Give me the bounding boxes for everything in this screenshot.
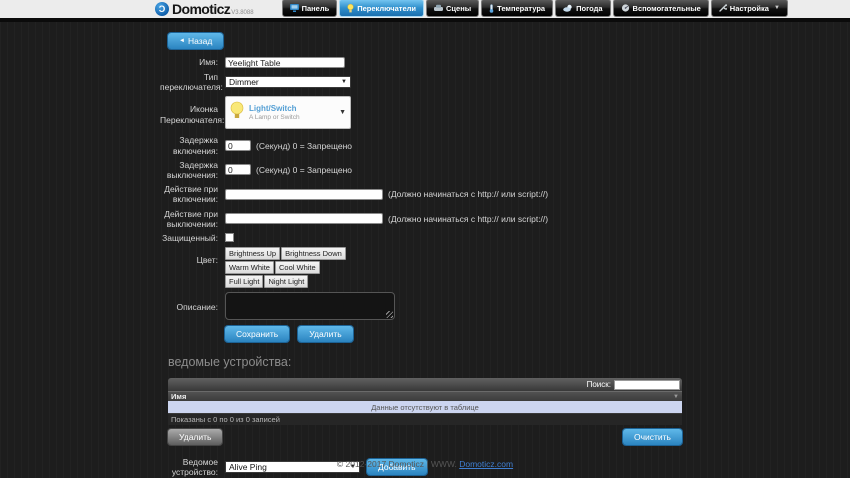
cool-white-button[interactable]: Cool White [274,261,320,275]
tab-label: Сцены [446,3,472,13]
back-button[interactable]: ◄ Назад [168,33,224,49]
top-navigation-bar: Ɔ Domoticz V3.8088 Панель Переключатели … [0,0,850,22]
clear-button[interactable]: Очистить [622,429,682,446]
description-label: Описание: [176,302,218,313]
color-row: Цвет: Brightness Up Brightness Down Warm… [160,247,850,289]
off-delay-row: Задержка выключения: (Секунд) 0 = Запрещ… [160,160,850,180]
icon-picker-text: Light/Switch A Lamp or Switch [249,104,339,121]
version-label: V3.8088 [231,9,254,16]
off-delay-label: Задержка выключения: [166,159,218,180]
full-light-button[interactable]: Full Light [225,275,264,289]
switch-type-row: Тип переключателя: Dimmer ▼ [160,72,850,92]
protected-row: Защищенный: [160,233,850,243]
tab-weather[interactable]: Погода [555,0,611,17]
nav-tabs: Панель Переключатели Сцены Температура П… [281,0,788,17]
weather-icon [563,4,573,12]
delete-button[interactable]: Удалить [298,326,353,343]
table-empty-row: Данные отсутствуют в таблице [168,401,682,414]
night-light-button[interactable]: Night Light [264,275,309,289]
thermometer-icon [489,3,494,13]
switch-icon-label: Иконка Переключателя: [160,104,225,125]
select-arrow-icon: ▼ [341,79,347,86]
brightness-down-button[interactable]: Brightness Down [281,247,346,261]
lightbulb-icon [230,101,244,125]
tab-label: Панель [301,3,330,13]
on-delay-row: Задержка включения: (Секунд) 0 = Запреще… [160,135,850,155]
table-actions: Удалить Очистить [168,429,682,446]
protected-checkbox[interactable] [225,233,234,243]
icon-picker-title: Light/Switch [249,104,297,114]
tab-label: Переключатели [357,3,416,13]
domoticz-link[interactable]: Domoticz.com [459,459,513,469]
name-row: Имя: [160,57,850,68]
wrench-icon [719,4,727,12]
tab-utility[interactable]: Вспомогательные [612,0,709,17]
tab-switches[interactable]: Переключатели [339,0,424,17]
tab-label: Вспомогательные [632,3,701,13]
device-edit-form: Имя: Тип переключателя: Dimmer ▼ Иконка … [160,57,850,343]
on-action-hint: (Должно начинаться с http:// или script:… [388,189,549,200]
table-toolbar: Поиск: [168,378,682,392]
switch-icon-row: Иконка Переключателя: Light/Switch A Lam… [160,96,850,130]
back-button-label: Назад [187,36,213,46]
on-delay-label: Задержка включения: [172,135,218,156]
slave-devices-title: ведомые устройства: [168,355,292,370]
slave-delete-button[interactable]: Удалить [168,429,223,446]
back-arrow-icon: ◄ [179,38,185,44]
bulb-icon [347,3,354,13]
warm-white-button[interactable]: Warm White [225,261,274,275]
copyright-text: © 2012-2017 Domoticz | WWW. [336,459,457,469]
sort-icon: ▼ [673,393,679,400]
search-label: Поиск: [586,380,611,390]
tab-setup[interactable]: Настройка ▼ [710,0,788,17]
column-header-name[interactable]: Имя ▼ [168,391,682,402]
tab-dashboard[interactable]: Панель [281,0,338,17]
on-action-input[interactable] [225,188,383,200]
domoticz-logo[interactable]: Ɔ Domoticz V3.8088 [155,1,254,17]
description-row: Описание: [160,292,850,321]
on-delay-input[interactable] [225,140,251,152]
switch-type-label: Тип переключателя: [160,72,223,93]
column-header-label: Имя [171,392,187,402]
protected-label: Защищенный: [162,232,218,243]
tab-label: Настройка [729,3,769,13]
scenes-icon [434,4,443,12]
name-input[interactable] [225,57,345,68]
off-delay-hint: (Секунд) 0 = Запрещено [256,164,352,175]
icon-picker-subtitle: A Lamp or Switch [249,114,300,122]
tab-scenes[interactable]: Сцены [426,0,480,17]
tab-temperature[interactable]: Температура [481,0,554,17]
form-actions: Сохранить Удалить [225,326,850,343]
icon-picker-arrow-icon: ▼ [339,109,346,117]
save-button[interactable]: Сохранить [225,326,290,343]
off-action-input[interactable] [225,213,383,225]
brightness-up-button[interactable]: Brightness Up [225,247,281,261]
page-footer: © 2012-2017 Domoticz | WWW. Domoticz.com [0,459,850,469]
dashboard-icon [289,4,299,12]
color-label: Цвет: [196,255,218,266]
search-input[interactable] [614,379,680,390]
switch-icon-picker[interactable]: Light/Switch A Lamp or Switch ▼ [225,96,351,130]
tab-label: Погода [576,3,603,13]
switch-type-value: Dimmer [229,77,259,88]
off-action-label: Действие при выключении: [164,208,218,229]
utility-icon [621,4,630,12]
table-info-text: Показаны с 0 по 0 из 0 записей [168,413,682,426]
chevron-down-icon: ▼ [773,5,780,11]
brand-name: Domoticz [172,1,231,17]
description-textarea[interactable] [225,292,395,321]
on-delay-hint: (Секунд) 0 = Запрещено [256,140,352,151]
name-label: Имя: [199,57,218,68]
switch-type-select[interactable]: Dimmer ▼ [225,76,351,89]
main-content: ◄ Назад Имя: Тип переключателя: Dimmer ▼… [0,22,850,477]
on-action-row: Действие при включении: (Должно начинать… [160,184,850,204]
off-delay-input[interactable] [225,164,251,176]
domoticz-logo-icon: Ɔ [155,2,169,16]
off-action-row: Действие при выключении: (Должно начинат… [160,209,850,229]
off-action-hint: (Должно начинаться с http:// или script:… [388,213,549,224]
tab-label: Температура [497,3,546,13]
on-action-label: Действие при включении: [164,184,218,205]
color-buttons: Brightness Up Brightness Down Warm White… [225,247,346,289]
